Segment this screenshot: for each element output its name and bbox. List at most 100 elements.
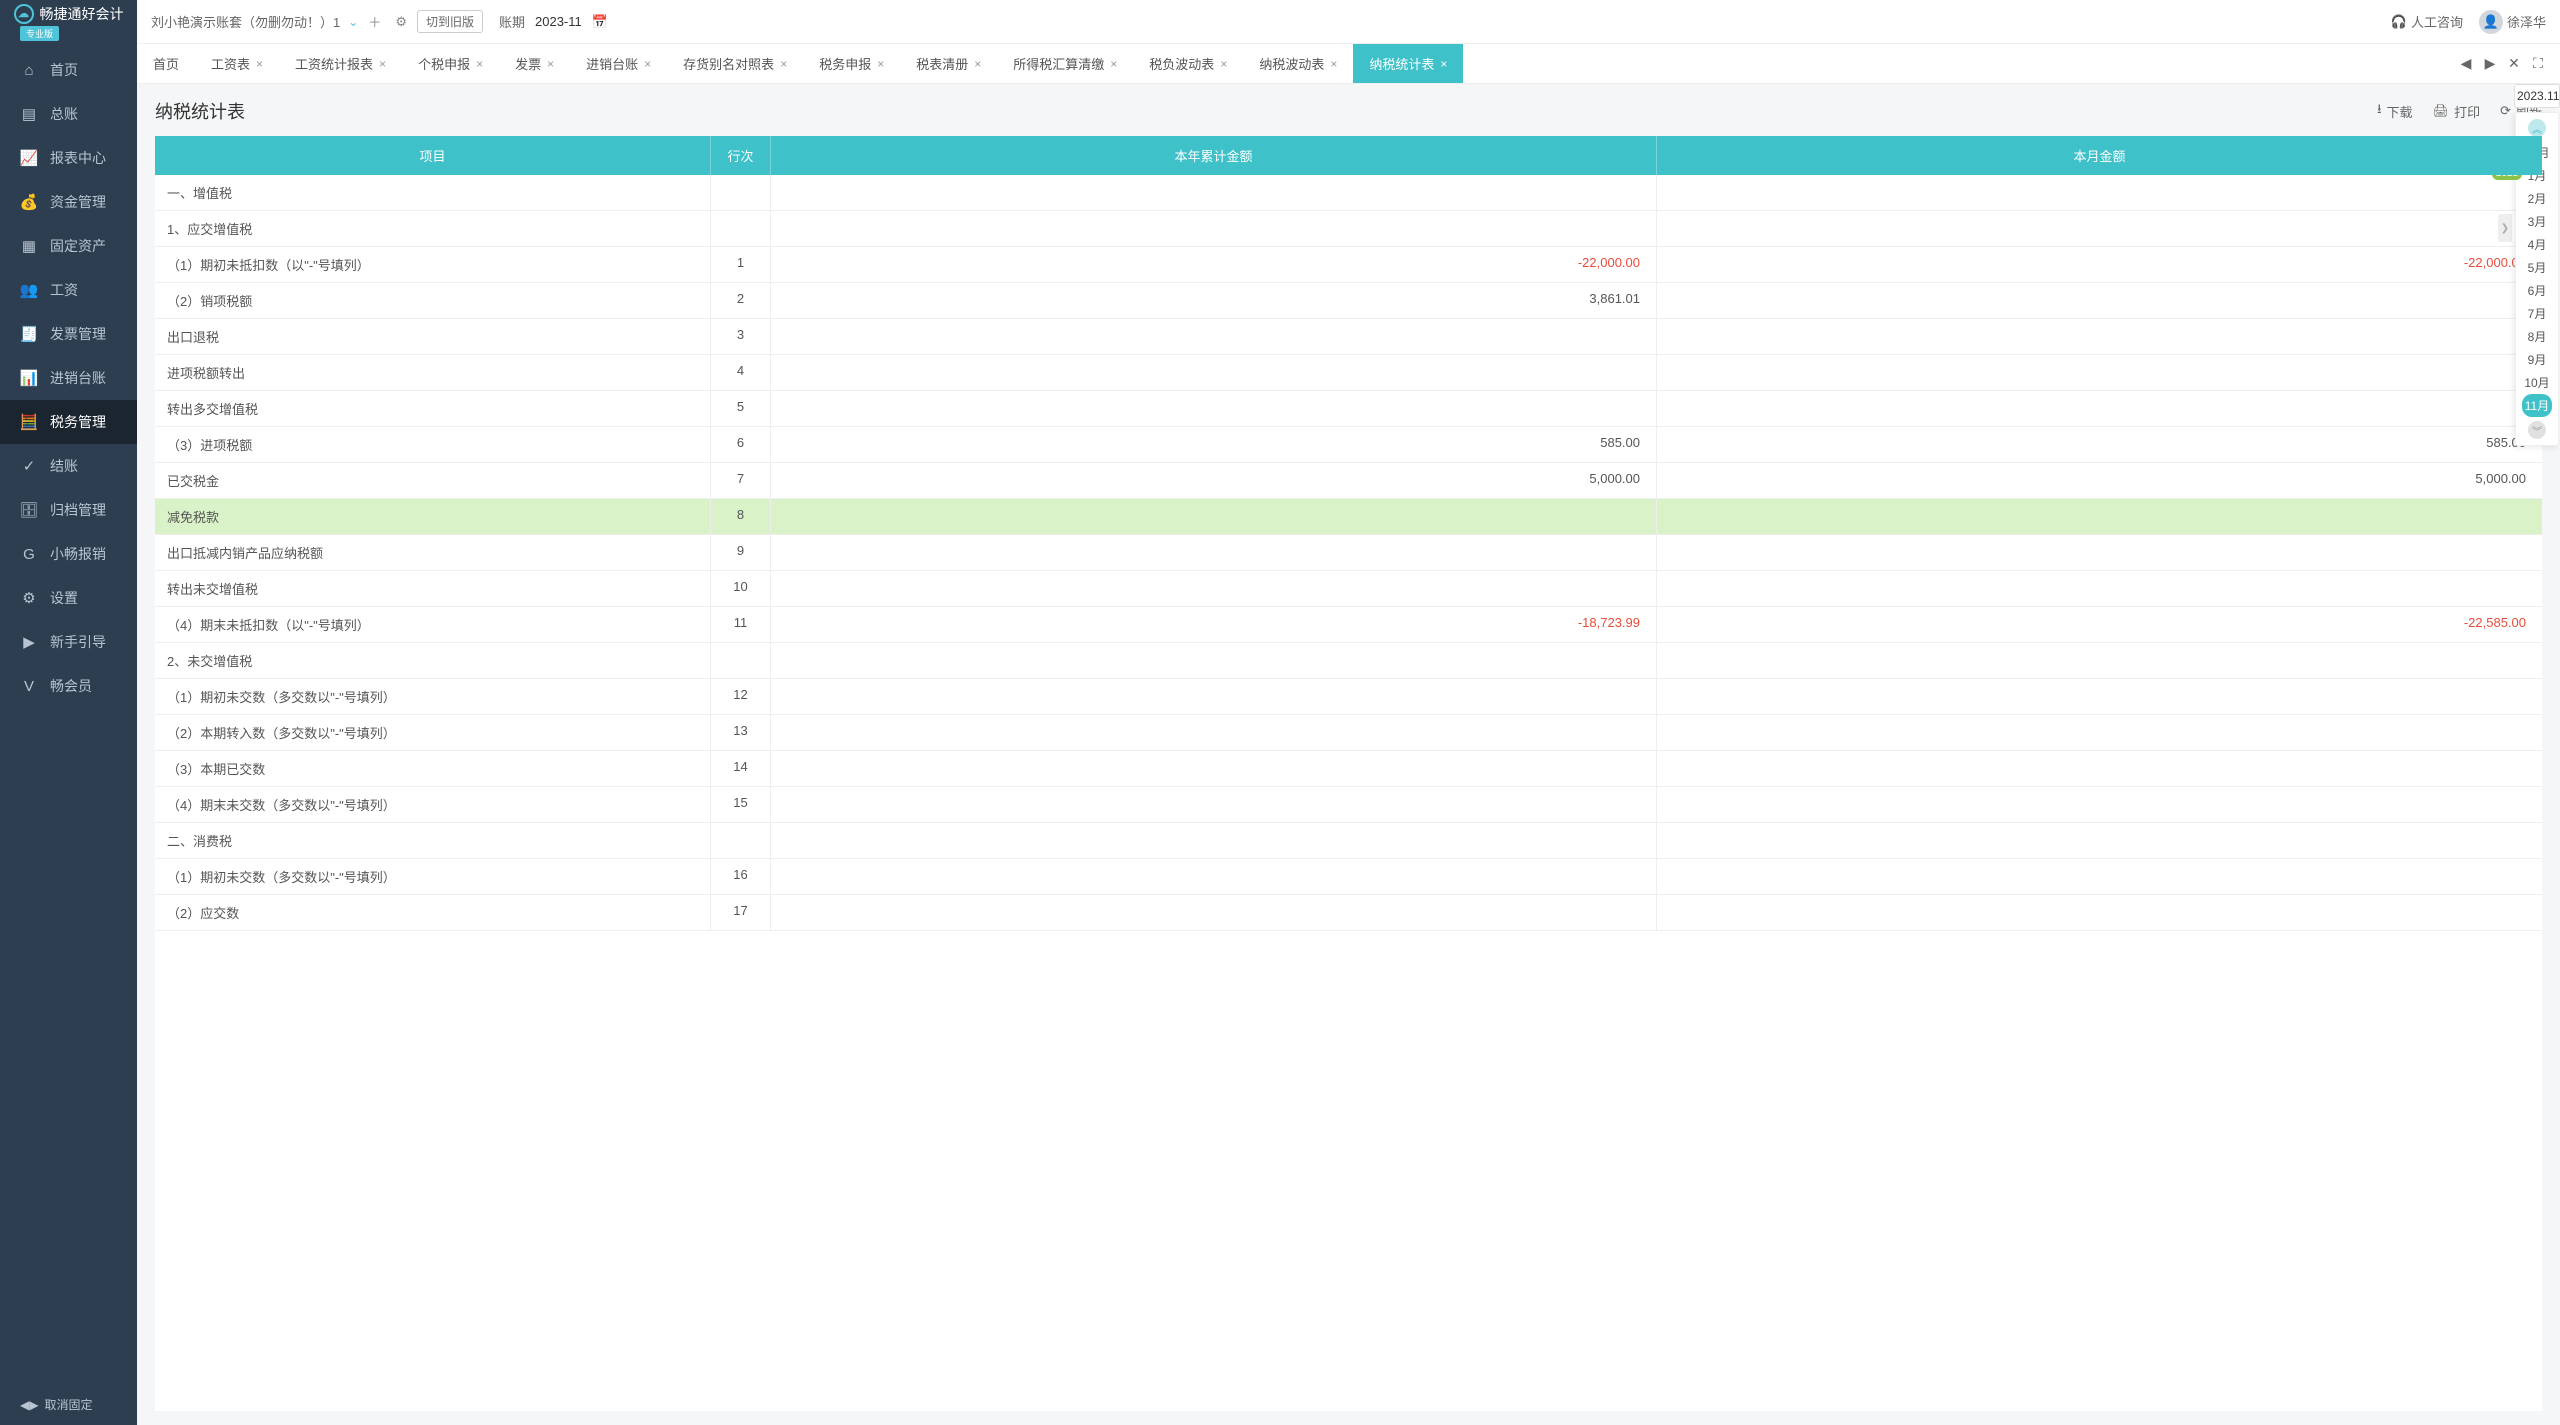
table-row[interactable]: 转出多交增值税5 xyxy=(155,391,2542,427)
table-row[interactable]: 出口抵减内销产品应纳税额9 xyxy=(155,535,2542,571)
close-icon[interactable]: × xyxy=(476,57,483,71)
table-row[interactable]: 减免税款8 xyxy=(155,499,2542,535)
scroll-down-icon[interactable]: ︾ xyxy=(2528,421,2546,439)
tab-4[interactable]: 发票× xyxy=(499,44,570,83)
sidebar-item-2[interactable]: 📈报表中心 xyxy=(0,136,137,180)
sidebar-item-4[interactable]: ▦固定资产 xyxy=(0,224,137,268)
tab-9[interactable]: 所得税汇算清缴× xyxy=(997,44,1133,83)
table-row[interactable]: （1）期初未交数（多交数以"-"号填列）16 xyxy=(155,859,2542,895)
table-row[interactable]: 已交税金75,000.005,000.00 xyxy=(155,463,2542,499)
tab-11[interactable]: 纳税波动表× xyxy=(1243,44,1353,83)
table-row[interactable]: 转出未交增值税10 xyxy=(155,571,2542,607)
table-row[interactable]: （1）期初未交数（多交数以"-"号填列）12 xyxy=(155,679,2542,715)
close-icon[interactable]: × xyxy=(1110,57,1117,71)
brand-logo[interactable]: ☁ 畅捷通好会计 专业版 xyxy=(0,0,137,40)
panel-pull-handle[interactable]: ❯ xyxy=(2498,214,2512,242)
sidebar-item-5[interactable]: 👥工资 xyxy=(0,268,137,312)
sidebar-item-0[interactable]: ⌂首页 xyxy=(0,48,137,92)
table-row[interactable]: 二、消费税 xyxy=(155,823,2542,859)
close-icon[interactable]: × xyxy=(1330,57,1337,71)
table-row[interactable]: （4）期末未抵扣数（以"-"号填列）11-18,723.99-22,585.00 xyxy=(155,607,2542,643)
cell-year-amount xyxy=(770,895,1656,930)
month-item[interactable]: 8月 xyxy=(2522,325,2552,348)
settings-icon[interactable]: ⚙ xyxy=(395,14,407,30)
tab-5[interactable]: 进销台账× xyxy=(570,44,667,83)
tab-8[interactable]: 税表清册× xyxy=(900,44,997,83)
table-row[interactable]: （3）进项税额6585.00585.00 xyxy=(155,427,2542,463)
fullscreen-icon[interactable]: ⛶ xyxy=(2526,55,2550,72)
table-row[interactable]: 一、增值税 xyxy=(155,175,2542,211)
month-item[interactable]: 4月 xyxy=(2522,233,2552,256)
tab-scroll-left[interactable]: ◀ xyxy=(2454,55,2478,72)
month-item[interactable]: 5月 xyxy=(2522,256,2552,279)
close-icon[interactable]: × xyxy=(1220,57,1227,71)
period-value: 2023-11 xyxy=(535,14,582,29)
account-selector[interactable]: 刘小艳演示账套（勿删勿动！）1 ⌄ xyxy=(151,12,358,31)
add-account-button[interactable]: ＋ xyxy=(368,12,381,31)
close-icon[interactable]: × xyxy=(256,57,263,71)
sidebar-item-13[interactable]: ▶新手引导 xyxy=(0,620,137,664)
switch-old-button[interactable]: 切到旧版 xyxy=(417,10,483,33)
nav-label: 工资 xyxy=(50,280,78,300)
calendar-icon[interactable]: 📅 xyxy=(592,14,608,30)
table-row[interactable]: （2）销项税额23,861.01 xyxy=(155,283,2542,319)
table-row[interactable]: 出口退税3 xyxy=(155,319,2542,355)
tab-close-all[interactable]: ✕ xyxy=(2502,55,2526,72)
close-icon[interactable]: × xyxy=(974,57,981,71)
period-year-selector[interactable]: 2023.11 xyxy=(2514,84,2560,108)
table-row[interactable]: 进项税额转出4 xyxy=(155,355,2542,391)
cell-month-amount xyxy=(1656,751,2542,786)
sidebar-item-14[interactable]: V畅会员 xyxy=(0,664,137,708)
table-row[interactable]: 2、未交增值税 xyxy=(155,643,2542,679)
tab-0[interactable]: 首页 xyxy=(137,44,195,83)
tab-scroll-right[interactable]: ▶ xyxy=(2478,55,2502,72)
sidebar-item-8[interactable]: 🧮税务管理 xyxy=(0,400,137,444)
user-menu[interactable]: 👤 徐泽华 xyxy=(2479,10,2546,34)
month-item[interactable]: 10月 xyxy=(2522,371,2552,394)
month-item[interactable]: 11月 xyxy=(2522,394,2552,417)
sidebar-item-6[interactable]: 🧾发票管理 xyxy=(0,312,137,356)
sidebar-item-9[interactable]: ✓结账 xyxy=(0,444,137,488)
tab-3[interactable]: 个税申报× xyxy=(402,44,499,83)
nav-label: 总账 xyxy=(50,104,78,124)
tab-10[interactable]: 税负波动表× xyxy=(1133,44,1243,83)
tab-6[interactable]: 存货别名对照表× xyxy=(667,44,803,83)
sidebar-item-7[interactable]: 📊进销台账 xyxy=(0,356,137,400)
close-icon[interactable]: × xyxy=(780,57,787,71)
print-button[interactable]: 🖨打印 xyxy=(2433,100,2481,122)
close-icon[interactable]: × xyxy=(379,57,386,71)
scroll-up-icon[interactable]: ︽ xyxy=(2528,119,2546,137)
month-item[interactable]: 7月 xyxy=(2522,302,2552,325)
sidebar-item-1[interactable]: ▤总账 xyxy=(0,92,137,136)
close-icon[interactable]: × xyxy=(547,57,554,71)
cell-month-amount xyxy=(1656,535,2542,570)
table-row[interactable]: （3）本期已交数14 xyxy=(155,751,2542,787)
sidebar-item-10[interactable]: 🗄归档管理 xyxy=(0,488,137,532)
download-button[interactable]: ⭳下载 xyxy=(2377,100,2413,122)
cell-rowno: 11 xyxy=(710,607,770,642)
table-row[interactable]: 1、应交增值税 xyxy=(155,211,2542,247)
close-icon[interactable]: × xyxy=(877,57,884,71)
close-icon[interactable]: × xyxy=(644,57,651,71)
sidebar-item-3[interactable]: 💰资金管理 xyxy=(0,180,137,224)
month-item[interactable]: 6月 xyxy=(2522,279,2552,302)
table-row[interactable]: （1）期初未抵扣数（以"-"号填列）1-22,000.00-22,000.00 xyxy=(155,247,2542,283)
pin-toggle[interactable]: ◀▶ 取消固定 xyxy=(0,1384,137,1425)
tax-table: 项目 行次 本年累计金额 本月金额 一、增值税1、应交增值税（1）期初未抵扣数（… xyxy=(155,136,2542,1411)
cell-month-amount xyxy=(1656,859,2542,894)
sidebar-item-12[interactable]: ⚙设置 xyxy=(0,576,137,620)
sidebar-item-11[interactable]: G小畅报销 xyxy=(0,532,137,576)
table-row[interactable]: （4）期末未交数（多交数以"-"号填列）15 xyxy=(155,787,2542,823)
month-item[interactable]: 9月 xyxy=(2522,348,2552,371)
help-link[interactable]: 🎧 人工咨询 xyxy=(2391,12,2463,31)
table-row[interactable]: （2）应交数17 xyxy=(155,895,2542,931)
tab-1[interactable]: 工资表× xyxy=(195,44,279,83)
month-item[interactable]: 2月 xyxy=(2522,187,2552,210)
tab-12[interactable]: 纳税统计表× xyxy=(1353,44,1463,83)
tab-2[interactable]: 工资统计报表× xyxy=(279,44,402,83)
chevron-down-icon[interactable]: ⌄ xyxy=(348,15,358,29)
table-row[interactable]: （2）本期转入数（多交数以"-"号填列）13 xyxy=(155,715,2542,751)
month-item[interactable]: 3月 xyxy=(2522,210,2552,233)
close-icon[interactable]: × xyxy=(1440,57,1447,71)
tab-7[interactable]: 税务申报× xyxy=(803,44,900,83)
